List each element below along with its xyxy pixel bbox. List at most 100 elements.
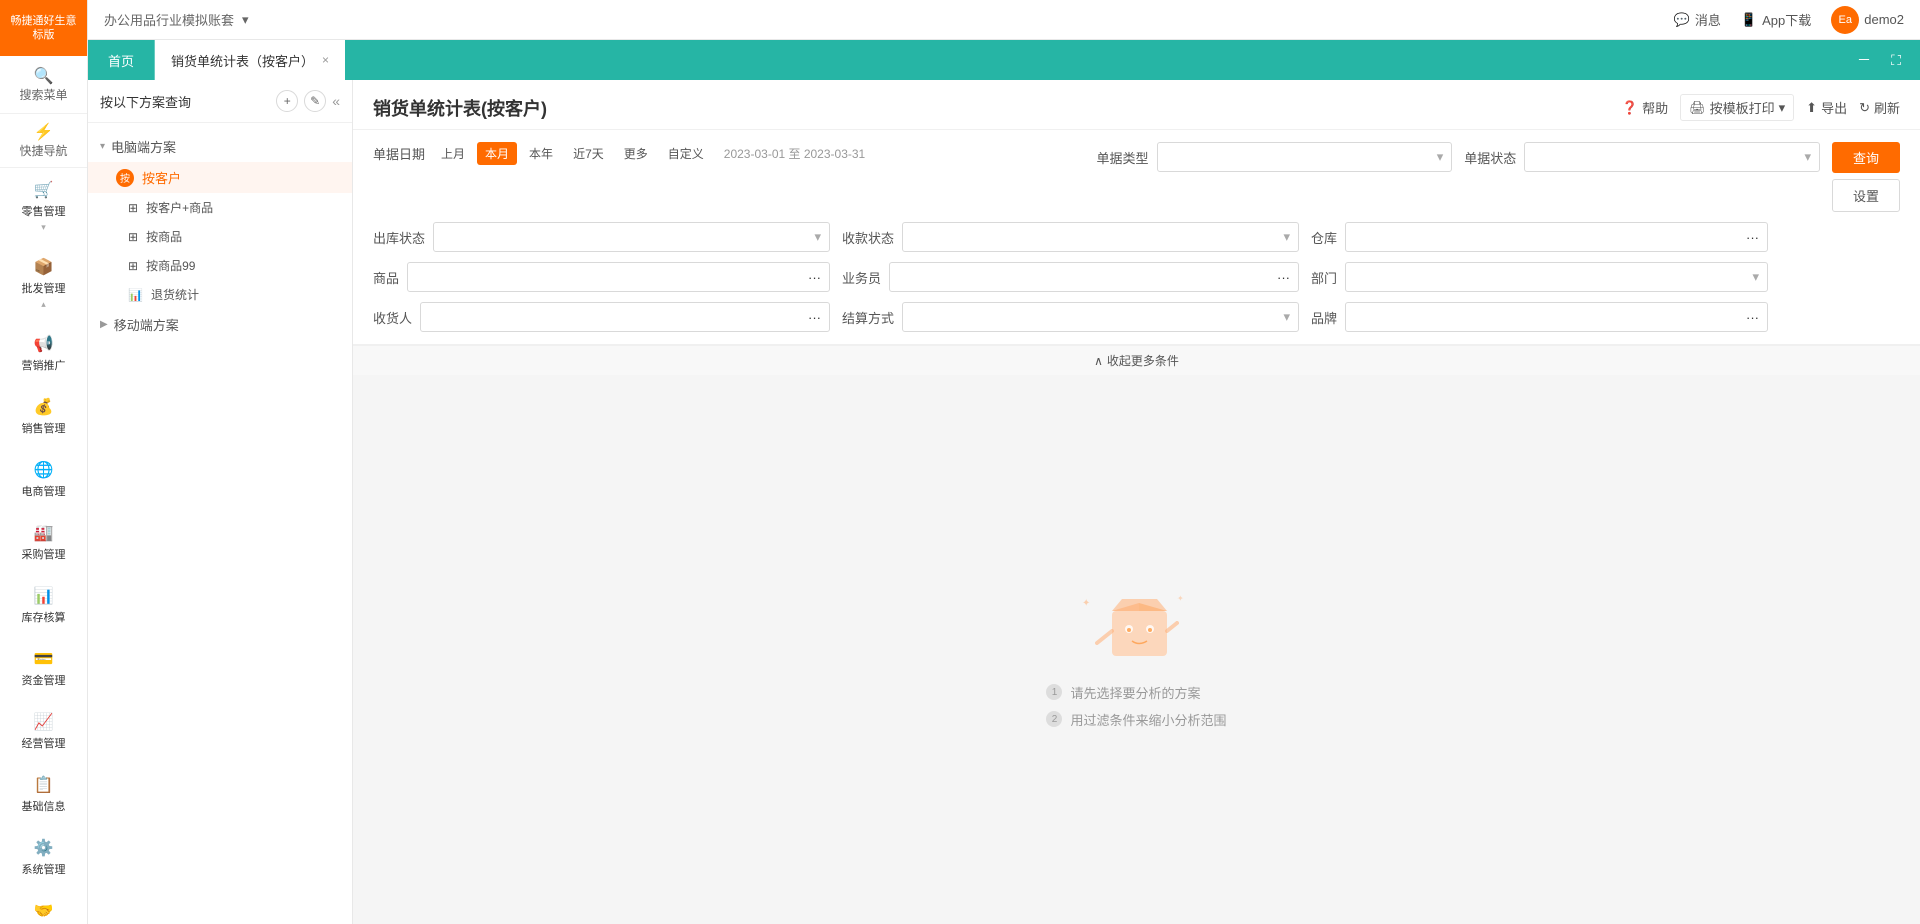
page-title-actions: ❓ 帮助 🖨 按模板打印 ▾ ⬆ 导出 ↻ 刷新	[1622, 94, 1900, 121]
date-range-text: 2023-03-01 至 2023-03-31	[724, 145, 865, 162]
brand-filter[interactable]: ···	[1345, 302, 1768, 332]
sidebar-item-system[interactable]: ⚙️ 系统管理	[0, 826, 87, 889]
scheme-section: ▾ 电脑端方案 按 按客户 ⊞ 按客户+商品 ⊞ 按商品 ⊞ 按商品	[88, 123, 352, 348]
receipt-dropdown-icon: ▾	[1283, 229, 1290, 245]
filter-area: 单据日期 上月 本月 本年 近7天 更多 自定义 2023-03-01 至 20…	[353, 130, 1920, 345]
empty-state: ✦ ✦ 1 请先选择要分析的方案 2 用过滤条件来缩小分析范围	[353, 375, 1920, 924]
message-btn[interactable]: 💬 消息	[1674, 10, 1721, 29]
type-filter[interactable]: ▾	[1157, 142, 1453, 172]
help-icon: ❓	[1622, 100, 1638, 116]
receiver-label: 收货人	[373, 308, 412, 327]
header-dropdown-icon[interactable]: ▾	[242, 12, 249, 28]
page-title: 销货单统计表(按客户)	[373, 95, 547, 121]
out-status-label: 出库状态	[373, 228, 425, 247]
sidebar-quick-nav[interactable]: ⚡ 快捷导航	[0, 114, 87, 168]
scheme-item-product[interactable]: ⊞ 按商品	[88, 222, 352, 251]
brand-more-icon: ···	[1746, 310, 1759, 325]
product-filter[interactable]: ···	[407, 262, 830, 292]
settings-btn[interactable]: 设置	[1832, 179, 1900, 212]
status-dropdown-icon: ▾	[1804, 149, 1811, 165]
main-right: 销货单统计表(按客户) ❓ 帮助 🖨 按模板打印 ▾ ⬆ 导出	[353, 80, 1920, 924]
receipt-status-filter[interactable]: ▾	[902, 222, 1299, 252]
date-tab-7days[interactable]: 近7天	[565, 142, 612, 165]
collapse-panel-btn[interactable]: «	[332, 93, 340, 109]
receiver-filter[interactable]: ···	[420, 302, 830, 332]
sidebar-item-sales[interactable]: 💰 销售管理	[0, 385, 87, 448]
empty-tips: 1 请先选择要分析的方案 2 用过滤条件来缩小分析范围	[1046, 683, 1226, 729]
sub-item-icon4: 📊	[128, 288, 143, 302]
salesperson-filter[interactable]: ···	[889, 262, 1299, 292]
help-btn[interactable]: ❓ 帮助	[1622, 98, 1668, 117]
header-right: 💬 消息 📱 App下载 Ea demo2	[1674, 6, 1904, 34]
user-name: demo2	[1864, 12, 1904, 27]
out-status-filter[interactable]: ▾	[433, 222, 830, 252]
tab-bar-actions: － ⛶	[1852, 48, 1920, 72]
tab-home[interactable]: 首页	[88, 40, 155, 80]
refresh-btn[interactable]: ↻ 刷新	[1859, 98, 1900, 117]
left-panel-header: 按以下方案查询 + ✎ «	[88, 80, 352, 123]
date-tab-this-year[interactable]: 本年	[521, 142, 561, 165]
scheme-item-customer-product[interactable]: ⊞ 按客户+商品	[88, 193, 352, 222]
avatar: Ea	[1831, 6, 1859, 34]
add-scheme-btn[interactable]: +	[276, 90, 298, 112]
svg-text:✦: ✦	[1177, 594, 1184, 603]
desktop-scheme-group[interactable]: ▾ 电脑端方案	[88, 131, 352, 162]
scheme-item-product99[interactable]: ⊞ 按商品99	[88, 251, 352, 280]
mobile-scheme-group[interactable]: ▶ 移动端方案	[88, 309, 352, 340]
sidebar-item-enterprise[interactable]: 🤝 企业协同	[0, 889, 87, 924]
header-title: 办公用品行业模拟账套	[104, 10, 234, 29]
empty-tip-1: 1 请先选择要分析的方案	[1046, 683, 1226, 702]
mobile-group-arrow-icon: ▶	[100, 319, 108, 330]
export-icon: ⬆	[1806, 100, 1817, 116]
date-tab-this-month[interactable]: 本月	[477, 142, 517, 165]
date-tab-more[interactable]: 更多	[616, 142, 656, 165]
top-header: 办公用品行业模拟账套 ▾ 💬 消息 📱 App下载 Ea demo2	[88, 0, 1920, 40]
print-icon: 🖨	[1689, 100, 1706, 116]
dept-label: 部门	[1311, 268, 1337, 287]
payment-filter[interactable]: ▾	[902, 302, 1299, 332]
tab-minimize-btn[interactable]: －	[1852, 48, 1876, 72]
sidebar-item-ecommerce[interactable]: 🌐 电商管理	[0, 448, 87, 511]
user-profile[interactable]: Ea demo2	[1831, 6, 1904, 34]
dept-dropdown-icon: ▾	[1752, 269, 1759, 285]
collapse-more-btn[interactable]: ∧ 收起更多条件	[353, 345, 1920, 375]
sidebar-item-purchase[interactable]: 🏭 采购管理	[0, 511, 87, 574]
tab-active[interactable]: 销货单统计表（按客户） ×	[155, 40, 345, 80]
sidebar-item-marketing[interactable]: 📢 营销推广	[0, 322, 87, 385]
dept-filter[interactable]: ▾	[1345, 262, 1768, 292]
sidebar-search[interactable]: 🔍 搜索菜单	[0, 56, 87, 114]
warehouse-filter[interactable]: ···	[1345, 222, 1768, 252]
query-btn[interactable]: 查询	[1832, 142, 1900, 173]
date-tab-last-month[interactable]: 上月	[433, 142, 473, 165]
collapse-chevron-icon: ∧	[1094, 354, 1103, 368]
tab-close-icon[interactable]: ×	[322, 53, 329, 67]
page-title-bar: 销货单统计表(按客户) ❓ 帮助 🖨 按模板打印 ▾ ⬆ 导出	[353, 80, 1920, 130]
sidebar-item-wholesale[interactable]: 📦 批发管理 ▴	[0, 245, 87, 322]
receipt-status-label: 收款状态	[842, 228, 894, 247]
svg-text:✦: ✦	[1082, 598, 1090, 609]
status-filter[interactable]: ▾	[1524, 142, 1820, 172]
out-status-dropdown-icon: ▾	[814, 229, 821, 245]
date-tab-custom[interactable]: 自定义	[660, 142, 712, 165]
active-scheme-icon: 按	[116, 169, 134, 187]
scheme-item-return[interactable]: 📊 退货统计	[88, 280, 352, 309]
empty-tip-2: 2 用过滤条件来缩小分析范围	[1046, 710, 1226, 729]
sidebar-item-inventory[interactable]: 📊 库存核算	[0, 574, 87, 637]
tab-maximize-btn[interactable]: ⛶	[1884, 48, 1908, 72]
empty-illustration: ✦ ✦	[1077, 571, 1197, 671]
print-btn[interactable]: 🖨 按模板打印 ▾	[1680, 94, 1794, 121]
sidebar-item-operations[interactable]: 📈 经营管理	[0, 700, 87, 763]
tab-bar: 首页 销货单统计表（按客户） × － ⛶	[88, 40, 1920, 80]
salesperson-more-icon: ···	[1277, 270, 1290, 285]
panel-title: 按以下方案查询	[100, 92, 191, 111]
sidebar-logo: 畅捷通好生意 标版	[0, 0, 88, 56]
sidebar-item-basic[interactable]: 📋 基础信息	[0, 763, 87, 826]
sidebar-item-retail[interactable]: 🛒 零售管理 ▾	[0, 168, 87, 245]
sidebar-item-finance[interactable]: 💳 资金管理	[0, 637, 87, 700]
app-download-btn[interactable]: 📱 App下载	[1741, 10, 1811, 29]
export-btn[interactable]: ⬆ 导出	[1806, 98, 1847, 117]
phone-icon: 📱	[1741, 12, 1757, 28]
salesperson-label: 业务员	[842, 268, 881, 287]
edit-scheme-btn[interactable]: ✎	[304, 90, 326, 112]
scheme-item-customer[interactable]: 按 按客户	[88, 162, 352, 193]
